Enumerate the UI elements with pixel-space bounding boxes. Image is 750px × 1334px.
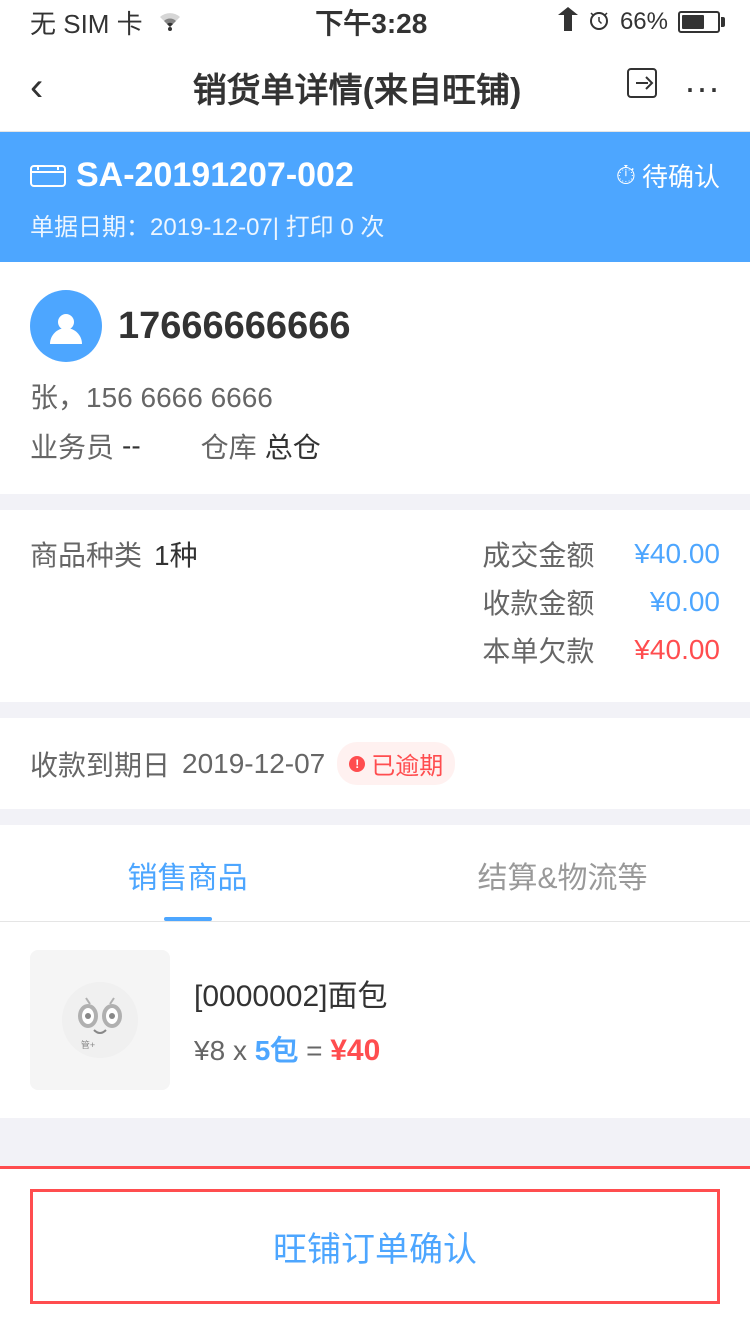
due-date-section: 收款到期日 2019-12-07 ! 已逾期 [0, 718, 750, 809]
svg-text:管+: 管+ [81, 1039, 95, 1050]
customer-top: 17666666666 [30, 290, 720, 362]
product-total: ¥40 [330, 1034, 380, 1067]
transaction-amount-label: 成交金额 [482, 534, 594, 574]
owed-amount-value: ¥40.00 [634, 634, 720, 666]
salesperson-value: -- [122, 430, 141, 462]
due-date-label: 收款到期日 [30, 744, 170, 784]
more-button[interactable]: ··· [684, 67, 720, 109]
product-type-label: 商品种类 [30, 534, 142, 574]
transaction-amount-row: 成交金额 ¥40.00 [482, 534, 720, 574]
status-left: 无 SIM 卡 [30, 4, 185, 41]
customer-name: 张，156 6666 6666 [30, 376, 720, 416]
salesperson-label: 业务员 [30, 426, 114, 466]
tab-sales-products[interactable]: 销售商品 [0, 825, 375, 921]
product-type-field: 商品种类 1种 [30, 534, 198, 574]
product-name: [0000002]面包 [194, 971, 720, 1015]
customer-section: 17666666666 张，156 6666 6666 业务员 -- 仓库 总仓 [0, 262, 750, 494]
order-id: SA-20191207-002 [30, 156, 354, 195]
battery-icon [678, 11, 720, 33]
page-title: 销货单详情(来自旺铺) [193, 63, 522, 112]
summary-section: 商品种类 1种 成交金额 ¥40.00 收款金额 ¥0.00 本单欠款 ¥40.… [0, 510, 750, 702]
alarm-icon [588, 8, 610, 37]
nav-actions: ··· [624, 65, 720, 110]
share-button[interactable] [624, 65, 660, 110]
confirm-button-wrap: 旺铺订单确认 [0, 1166, 750, 1334]
salesperson-field: 业务员 -- [30, 426, 141, 466]
status-time: 下午3:28 [315, 2, 427, 42]
product-quantity: 5包 [255, 1035, 306, 1066]
order-status: ⏱ 待确认 [616, 157, 720, 194]
product-thumbnail: 管+ [30, 950, 170, 1090]
product-price: ¥8 x 5包 = ¥40 [194, 1029, 720, 1069]
wifi-icon [155, 7, 185, 38]
tabs-section: 销售商品 结算&物流等 管+ [0000002]面包 [0, 825, 750, 1118]
carrier-label: 无 SIM 卡 [30, 4, 143, 41]
product-item: 管+ [0000002]面包 ¥8 x 5包 = ¥40 [0, 922, 750, 1118]
order-header: SA-20191207-002 ⏱ 待确认 单据日期：2019-12-07| 打… [0, 132, 750, 262]
nav-bar: ‹ 销货单详情(来自旺铺) ··· [0, 44, 750, 132]
received-amount-row: 收款金额 ¥0.00 [482, 582, 720, 622]
owed-amount-row: 本单欠款 ¥40.00 [482, 630, 720, 670]
battery-percent: 66% [620, 8, 668, 36]
received-amount-value: ¥0.00 [650, 586, 720, 618]
product-type-value: 1种 [154, 534, 198, 574]
customer-phone: 17666666666 [118, 305, 350, 348]
back-button[interactable]: ‹ [30, 65, 90, 110]
avatar [30, 290, 102, 362]
order-header-top: SA-20191207-002 ⏱ 待确认 [30, 156, 720, 195]
status-right: 66% [558, 7, 720, 38]
transaction-amount-value: ¥40.00 [634, 538, 720, 570]
tabs: 销售商品 结算&物流等 [0, 825, 750, 922]
overdue-text: 已逾期 [371, 746, 443, 781]
overdue-dot-icon: ! [349, 756, 365, 772]
customer-meta: 业务员 -- 仓库 总仓 [30, 426, 720, 466]
warehouse-label: 仓库 [201, 426, 257, 466]
amount-summary: 成交金额 ¥40.00 收款金额 ¥0.00 本单欠款 ¥40.00 [482, 534, 720, 678]
warehouse-value: 总仓 [265, 426, 321, 466]
product-info: [0000002]面包 ¥8 x 5包 = ¥40 [194, 971, 720, 1069]
warehouse-field: 仓库 总仓 [201, 426, 321, 466]
owed-amount-label: 本单欠款 [482, 630, 594, 670]
clock-icon: ⏱ [616, 160, 636, 192]
location-icon [558, 7, 578, 38]
status-bar: 无 SIM 卡 下午3:28 66% [0, 0, 750, 44]
tab-settlement[interactable]: 结算&物流等 [375, 825, 750, 921]
received-amount-label: 收款金额 [482, 582, 594, 622]
overdue-badge: ! 已逾期 [337, 742, 455, 785]
confirm-order-button[interactable]: 旺铺订单确认 [30, 1189, 720, 1304]
due-date-value: 2019-12-07 [182, 748, 325, 780]
order-date: 单据日期：2019-12-07| 打印 0 次 [30, 207, 720, 242]
